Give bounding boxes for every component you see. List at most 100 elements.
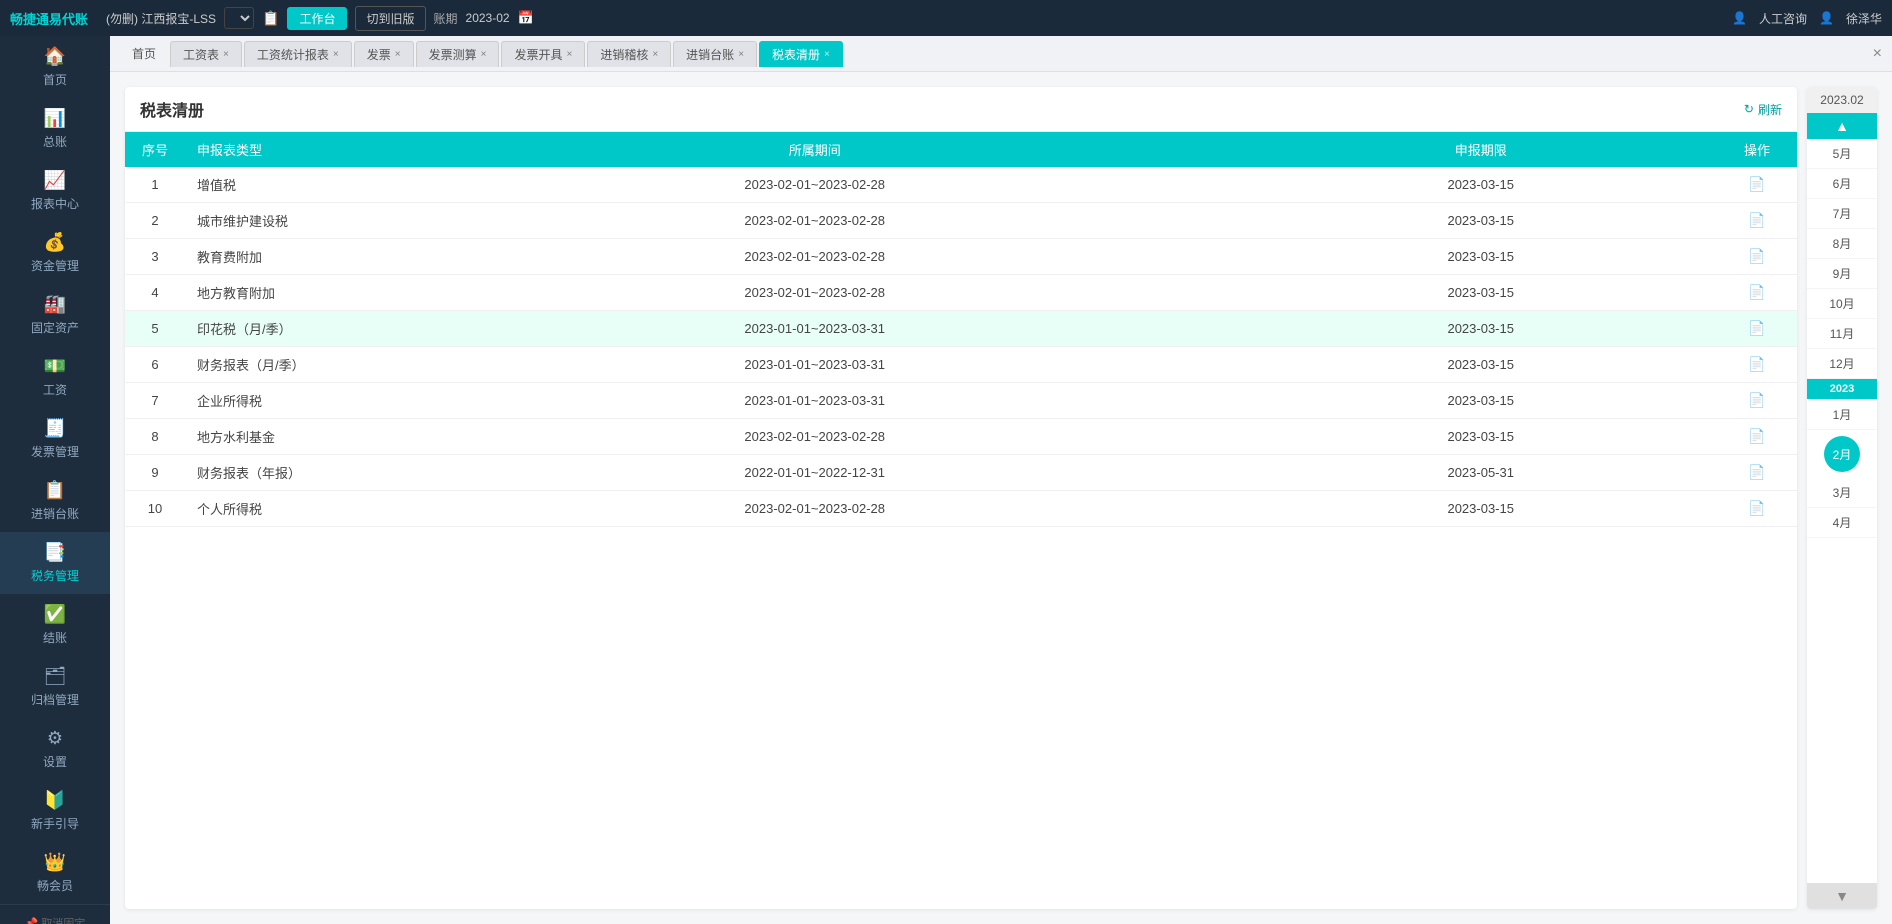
cell-action: 📄 [1717, 275, 1797, 311]
calendar-icon[interactable]: 📅 [518, 10, 534, 26]
date-month-5[interactable]: 5月 [1807, 139, 1877, 169]
tab-invoice-open[interactable]: 发票开具 × [501, 41, 585, 67]
tax-icon: 📑 [44, 542, 66, 563]
tab-purchase-check-close[interactable]: × [652, 49, 658, 60]
tab-invoice-close[interactable]: × [395, 49, 401, 60]
tab-purchase-check[interactable]: 进销稽核 × [587, 41, 671, 67]
table-row: 6 财务报表（月/季） 2023-01-01~2023-03-31 2023-0… [125, 347, 1797, 383]
company-select[interactable] [224, 7, 254, 29]
sidebar-item-tax[interactable]: 📑 税务管理 [0, 532, 110, 594]
switch-old-button[interactable]: 切到旧版 [355, 6, 425, 31]
cell-deadline: 2023-05-31 [1244, 455, 1717, 491]
cell-deadline: 2023-03-15 [1244, 239, 1717, 275]
sales-icon: 📋 [44, 480, 66, 501]
tab-invoice-calc[interactable]: 发票测算 × [416, 41, 500, 67]
sidebar-label-archive: 归档管理 [31, 691, 79, 708]
sidebar-item-invoice[interactable]: 🧾 发票管理 [0, 408, 110, 470]
date-month-8[interactable]: 8月 [1807, 229, 1877, 259]
copy-icon: 📋 [262, 10, 279, 27]
tab-salary-close[interactable]: × [223, 49, 229, 60]
action-icon[interactable]: 📄 [1748, 464, 1765, 480]
sidebar-item-home[interactable]: 🏠 首页 [0, 36, 110, 98]
date-month-12[interactable]: 12月 [1807, 349, 1877, 379]
tab-salary-stats-close[interactable]: × [333, 49, 339, 60]
sidebar-item-settings[interactable]: ⚙ 设置 [0, 718, 110, 780]
date-month-2-active[interactable]: 2月 [1824, 436, 1860, 472]
date-month-3[interactable]: 3月 [1807, 478, 1877, 508]
table-row: 10 个人所得税 2023-02-01~2023-02-28 2023-03-1… [125, 491, 1797, 527]
cell-action: 📄 [1717, 167, 1797, 203]
date-month-10[interactable]: 10月 [1807, 289, 1877, 319]
date-month-1[interactable]: 1月 [1807, 400, 1877, 430]
tab-bar-close-all[interactable]: × [1873, 45, 1882, 63]
table-row: 4 地方教育附加 2023-02-01~2023-02-28 2023-03-1… [125, 275, 1797, 311]
refresh-button[interactable]: ↻ 刷新 [1744, 101, 1782, 118]
date-month-4[interactable]: 4月 [1807, 508, 1877, 538]
cell-deadline: 2023-03-15 [1244, 203, 1717, 239]
user-name[interactable]: 徐泽华 [1846, 10, 1882, 27]
sidebar-item-fund[interactable]: 💰 资金管理 [0, 222, 110, 284]
cell-type: 印花税（月/季） [185, 311, 385, 347]
tab-invoice[interactable]: 发票 × [354, 41, 414, 67]
cancel-pin-button[interactable]: 📌 取消固定 [0, 904, 110, 924]
sidebar-item-asset[interactable]: 🏭 固定资产 [0, 284, 110, 346]
sidebar-item-sales[interactable]: 📋 进销台账 [0, 470, 110, 532]
sidebar-item-ledger[interactable]: 📊 总账 [0, 98, 110, 160]
cell-type: 地方水利基金 [185, 419, 385, 455]
action-icon[interactable]: 📄 [1748, 500, 1765, 516]
action-icon[interactable]: 📄 [1748, 176, 1765, 192]
settings-icon: ⚙ [47, 728, 63, 749]
tab-salary-stats[interactable]: 工资统计报表 × [244, 41, 352, 67]
tab-purchase-ledger-close[interactable]: × [738, 49, 744, 60]
date-month-9[interactable]: 9月 [1807, 259, 1877, 289]
sidebar-item-guide[interactable]: 🔰 新手引导 [0, 780, 110, 842]
main-panel: 税表清册 ↻ 刷新 序号 申报表类型 所属期间 申报期限 [125, 87, 1797, 909]
human-consult-label[interactable]: 人工咨询 [1759, 10, 1807, 27]
table-row: 9 财务报表（年报） 2022-01-01~2022-12-31 2023-05… [125, 455, 1797, 491]
salary-icon: 💵 [44, 356, 66, 377]
tab-salary-table[interactable]: 工资表 × [170, 41, 242, 67]
sidebar-item-member[interactable]: 👑 畅会员 [0, 842, 110, 904]
sidebar-item-salary[interactable]: 💵 工资 [0, 346, 110, 408]
action-icon[interactable]: 📄 [1748, 248, 1765, 264]
date-panel-period: 2023.02 [1820, 93, 1863, 107]
date-nav-up[interactable]: ▲ [1807, 113, 1877, 139]
cell-action: 📄 [1717, 203, 1797, 239]
sidebar-item-archive[interactable]: 🗂 归档管理 [0, 656, 110, 718]
cell-action: 📄 [1717, 239, 1797, 275]
cell-type: 个人所得税 [185, 491, 385, 527]
page-title: 税表清册 [140, 97, 204, 121]
workbench-button[interactable]: 工作台 [287, 7, 347, 30]
tab-invoice-calc-close[interactable]: × [481, 49, 487, 60]
tab-tax-register-label: 税表清册 [772, 46, 820, 63]
date-month-11[interactable]: 11月 [1807, 319, 1877, 349]
main-layout: 🏠 首页 📊 总账 📈 报表中心 💰 资金管理 🏭 固定资产 💵 工资 🧾 发票… [0, 36, 1892, 924]
cell-deadline: 2023-03-15 [1244, 275, 1717, 311]
action-icon[interactable]: 📄 [1748, 284, 1765, 300]
tab-purchase-ledger-label: 进销台账 [686, 46, 734, 63]
report-icon: 📈 [44, 170, 66, 191]
tab-tax-register-close[interactable]: × [824, 49, 830, 60]
action-icon[interactable]: 📄 [1748, 356, 1765, 372]
action-icon[interactable]: 📄 [1748, 392, 1765, 408]
date-month-6[interactable]: 6月 [1807, 169, 1877, 199]
sidebar-item-report[interactable]: 📈 报表中心 [0, 160, 110, 222]
action-icon[interactable]: 📄 [1748, 212, 1765, 228]
tab-salary-stats-label: 工资统计报表 [257, 46, 329, 63]
cell-action: 📄 [1717, 383, 1797, 419]
sidebar-item-settle[interactable]: ✅ 结账 [0, 594, 110, 656]
action-icon[interactable]: 📄 [1748, 428, 1765, 444]
page-content: 税表清册 ↻ 刷新 序号 申报表类型 所属期间 申报期限 [110, 72, 1892, 924]
date-month-7[interactable]: 7月 [1807, 199, 1877, 229]
cell-type: 教育费附加 [185, 239, 385, 275]
date-nav-down[interactable]: ▼ [1807, 883, 1877, 909]
tab-purchase-ledger[interactable]: 进销台账 × [673, 41, 757, 67]
action-icon[interactable]: 📄 [1748, 320, 1765, 336]
tab-invoice-open-close[interactable]: × [566, 49, 572, 60]
company-name: (勿删) 江西报宝-LSS [106, 10, 216, 27]
cell-period: 2023-02-01~2023-02-28 [385, 239, 1244, 275]
guide-icon: 🔰 [44, 790, 66, 811]
tab-tax-register[interactable]: 税表清册 × [759, 41, 843, 67]
tab-home[interactable]: 首页 [120, 41, 168, 66]
table-row: 5 印花税（月/季） 2023-01-01~2023-03-31 2023-03… [125, 311, 1797, 347]
